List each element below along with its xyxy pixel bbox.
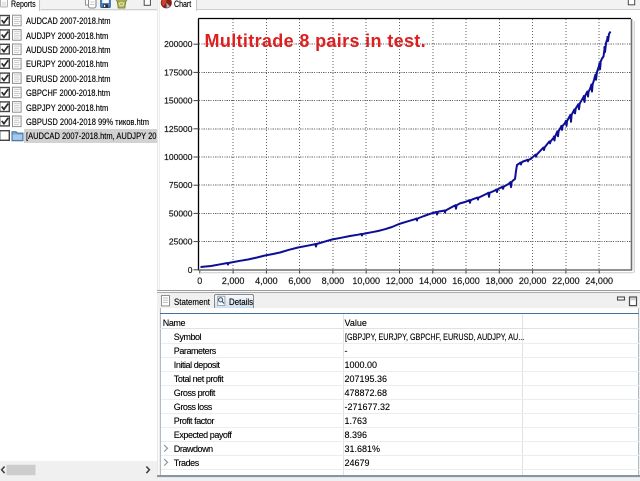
svg-text:125000: 125000 [164, 124, 193, 134]
svg-text:18,000: 18,000 [486, 276, 514, 286]
svg-text:0: 0 [188, 265, 193, 275]
svg-text:25000: 25000 [169, 237, 193, 247]
svg-text:8,000: 8,000 [322, 276, 345, 286]
svg-text:16,000: 16,000 [452, 276, 480, 286]
svg-text:10,000: 10,000 [352, 276, 380, 286]
svg-text:0: 0 [197, 276, 202, 286]
svg-text:75000: 75000 [169, 180, 193, 190]
svg-text:200000: 200000 [164, 39, 193, 49]
svg-text:2,000: 2,000 [222, 276, 245, 286]
svg-text:4,000: 4,000 [255, 276, 278, 286]
svg-text:6,000: 6,000 [288, 276, 311, 286]
svg-text:50000: 50000 [169, 208, 193, 218]
svg-text:12,000: 12,000 [386, 276, 414, 286]
svg-text:14,000: 14,000 [419, 276, 447, 286]
svg-text:Multitrade 8 pairs in test.: Multitrade 8 pairs in test. [205, 31, 427, 51]
svg-text:22,000: 22,000 [552, 276, 580, 286]
svg-text:24,000: 24,000 [585, 276, 613, 286]
svg-text:175000: 175000 [164, 67, 193, 77]
svg-text:100000: 100000 [164, 152, 193, 162]
svg-text:20,000: 20,000 [519, 276, 547, 286]
svg-text:150000: 150000 [164, 96, 193, 106]
